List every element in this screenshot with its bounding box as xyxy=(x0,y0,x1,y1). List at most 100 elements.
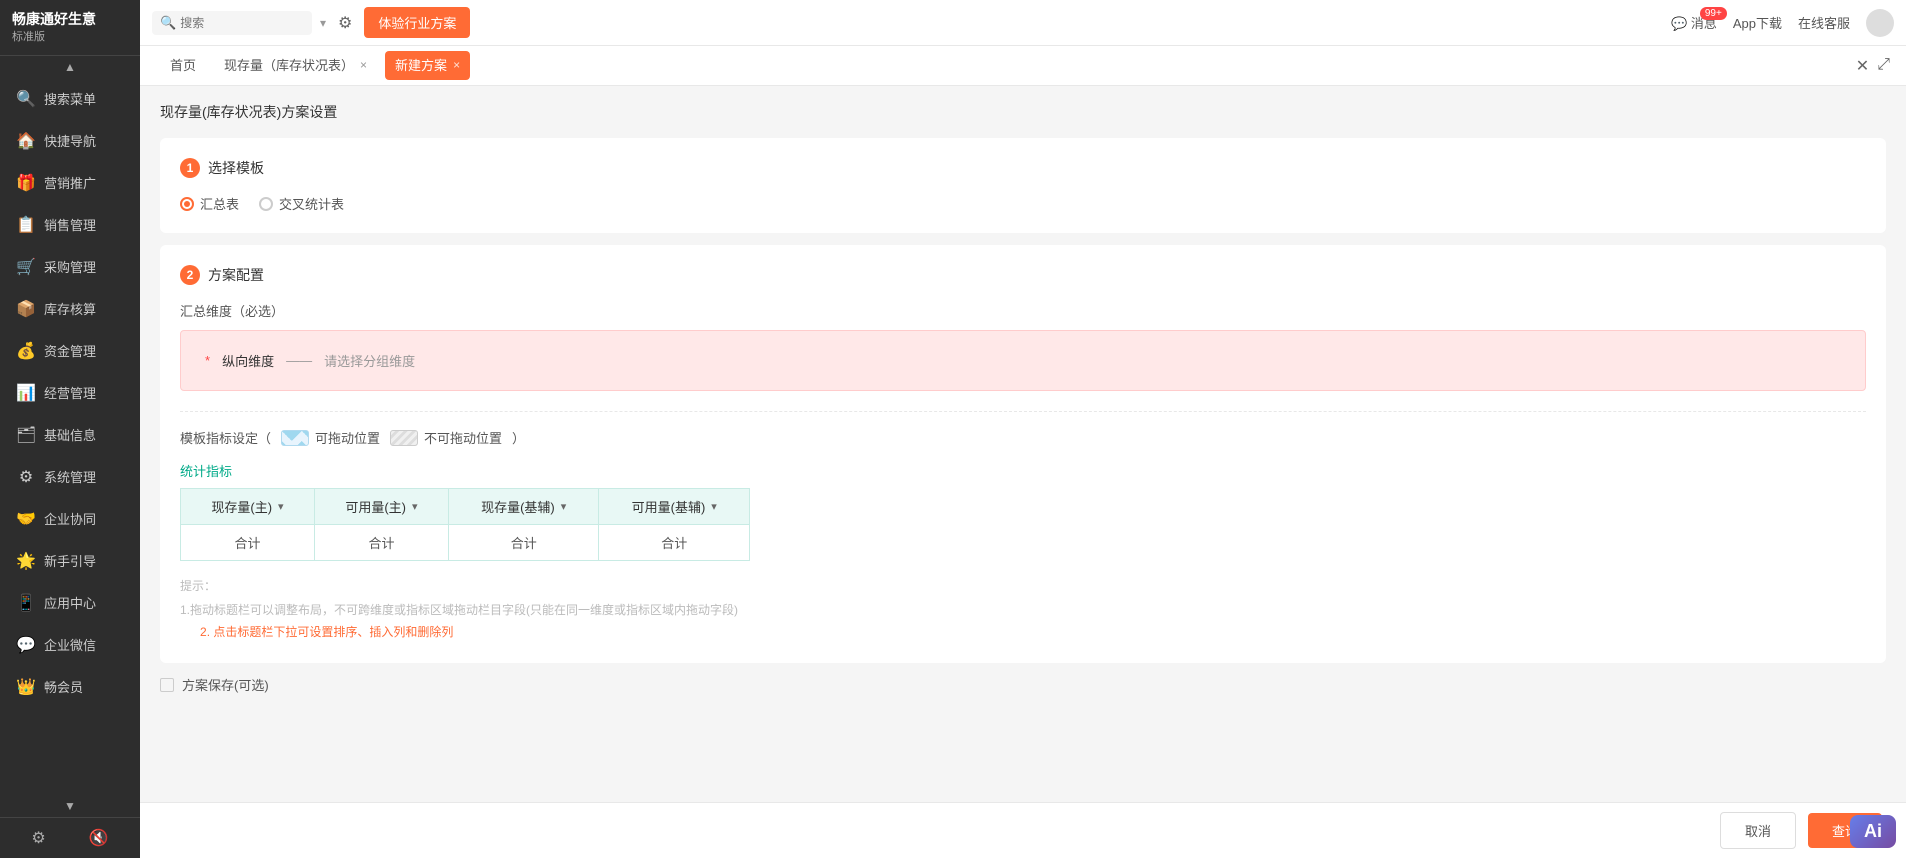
col-chevron-2: ▾ xyxy=(561,500,567,513)
industry-btn[interactable]: 体验行业方案 xyxy=(364,7,470,38)
sidebar-item-sales[interactable]: 📋销售管理 xyxy=(0,204,140,246)
tips-section: 提示： 1.拖动标题栏可以调整布局，不可跨维度或指标区域拖动栏目字段(只能在同一… xyxy=(180,577,1866,643)
sidebar-item-finance[interactable]: 💰资金管理 xyxy=(0,330,140,372)
col-dropdown-3[interactable]: 可用量(基辅) ▾ xyxy=(615,497,733,516)
col-chevron-1: ▾ xyxy=(412,500,418,513)
sidebar-icon-new-guide: 🌟 xyxy=(16,551,36,571)
col-dropdown-2[interactable]: 现存量(基辅) ▾ xyxy=(465,497,583,516)
sidebar-item-quick-nav[interactable]: 🏠 快捷导航 xyxy=(0,120,140,162)
tab-new-scheme[interactable]: 新建方案 × xyxy=(385,51,470,80)
tabs-right-controls: ✕ ⤢ xyxy=(1856,56,1890,76)
tab-expand-icon[interactable]: ⤢ xyxy=(1877,56,1890,76)
sidebar-item-search-menu[interactable]: 🔍搜索菜单 xyxy=(0,78,140,120)
drag-indicator: 可拖动位置 xyxy=(281,428,380,447)
logo-title: 畅康通好生意 xyxy=(12,10,128,30)
col-header-3[interactable]: 可用量(基辅) ▾ xyxy=(599,489,750,525)
cell-0-1: 合计 xyxy=(314,525,448,561)
radio-summary[interactable]: 汇总表 xyxy=(180,194,239,213)
tab-close-inventory[interactable]: × xyxy=(360,58,367,72)
save-option: 方案保存(可选) xyxy=(160,675,1886,694)
dimension-box[interactable]: * 纵向维度 —— 请选择分组维度 xyxy=(180,330,1866,391)
sidebar-label-enterprise-wechat: 企业微信 xyxy=(44,635,96,654)
sidebar-item-new-guide[interactable]: 🌟新手引导 xyxy=(0,540,140,582)
sidebar-logo: 畅康通好生意 标准版 xyxy=(0,0,140,56)
dimension-placeholder: 请选择分组维度 xyxy=(324,351,415,370)
search-icon: 🔍 xyxy=(160,15,176,31)
main-area: 🔍 ▾ ⚙ 体验行业方案 💬 消息 99+ App下载 在线客服 首页 现存量（… xyxy=(140,0,1906,858)
ai-badge[interactable]: Ai xyxy=(1850,815,1896,848)
sidebar-label-app-center: 应用中心 xyxy=(44,593,96,612)
dimension-dash: —— xyxy=(286,353,312,368)
settings-icon[interactable]: ⚙ xyxy=(31,828,45,848)
sidebar-icon-quick-nav: 🏠 xyxy=(16,131,36,151)
drag-label: 可拖动位置 xyxy=(315,428,380,447)
sidebar-item-marketing[interactable]: 🎁营销推广 xyxy=(0,162,140,204)
template-radio-group: 汇总表 交叉统计表 xyxy=(180,194,1866,213)
cell-0-3: 合计 xyxy=(599,525,750,561)
app-download-link[interactable]: App下载 xyxy=(1733,13,1782,32)
sound-icon[interactable]: 🔇 xyxy=(89,828,109,848)
col-chevron-0: ▾ xyxy=(278,500,284,513)
stats-section: 统计指标 现存量(主) ▾ xyxy=(180,461,1866,561)
content-area: 现存量(库存状况表)方案设置 1 选择模板 汇总表 交叉统计表 2 xyxy=(140,86,1906,802)
online-service-link[interactable]: 在线客服 xyxy=(1798,13,1850,32)
search-input[interactable] xyxy=(180,16,300,30)
col-header-0[interactable]: 现存量(主) ▾ xyxy=(181,489,315,525)
tab-inventory-status[interactable]: 现存量（库存状况表） × xyxy=(210,47,381,84)
topbar-right: 💬 消息 99+ App下载 在线客服 xyxy=(1671,9,1894,37)
stats-section-label: 统计指标 xyxy=(180,461,1866,480)
col-dropdown-1[interactable]: 可用量(主) ▾ xyxy=(331,497,432,516)
tab-close-icon[interactable]: ✕ xyxy=(1856,56,1869,76)
sidebar-item-member[interactable]: 👑畅会员 xyxy=(0,666,140,708)
sidebar-label-purchase: 采购管理 xyxy=(44,257,96,276)
search-chevron-icon[interactable]: ▾ xyxy=(320,16,326,30)
sidebar-item-basics[interactable]: 🗂基础信息 xyxy=(0,414,140,456)
sidebar-scroll-up[interactable]: ▲ xyxy=(0,56,140,78)
sidebar-label-search-menu: 搜索菜单 xyxy=(44,89,96,108)
template-setting-header: 模板指标设定（ 可拖动位置 不可拖动位置 ） xyxy=(180,428,1866,447)
col-header-1[interactable]: 可用量(主) ▾ xyxy=(314,489,448,525)
template-setting-label: 模板指标设定（ xyxy=(180,428,271,447)
sidebar-item-purchase[interactable]: 🛒采购管理 xyxy=(0,246,140,288)
sidebar-footer: ⚙ 🔇 xyxy=(0,817,140,858)
col-chevron-3: ▾ xyxy=(711,500,717,513)
search-box[interactable]: 🔍 xyxy=(152,11,312,35)
template-setting-section: 模板指标设定（ 可拖动位置 不可拖动位置 ） 统计指标 xyxy=(180,411,1866,643)
step2-card: 2 方案配置 汇总维度（必选） * 纵向维度 —— 请选择分组维度 模板指标设定… xyxy=(160,245,1886,663)
sidebar-item-enterprise-wechat[interactable]: 💬企业微信 xyxy=(0,624,140,666)
step2-number: 2 xyxy=(180,265,200,285)
save-checkbox[interactable] xyxy=(160,678,174,692)
col-dropdown-0[interactable]: 现存量(主) ▾ xyxy=(197,497,298,516)
sidebar-label-enterprise: 企业协同 xyxy=(44,509,96,528)
message-notif[interactable]: 💬 消息 99+ xyxy=(1671,13,1717,32)
sidebar-item-system[interactable]: ⚙系统管理 xyxy=(0,456,140,498)
logo-subtitle: 标准版 xyxy=(12,30,128,45)
step2-header: 2 方案配置 xyxy=(180,265,1866,285)
sidebar-icon-inventory: 📦 xyxy=(16,299,36,319)
sidebar-item-inventory[interactable]: 📦库存核算 xyxy=(0,288,140,330)
cancel-button[interactable]: 取消 xyxy=(1720,812,1796,849)
sidebar-item-operations[interactable]: 📊经营管理 xyxy=(0,372,140,414)
sidebar-scroll-down[interactable]: ▼ xyxy=(0,795,140,817)
sidebar-icon-sales: 📋 xyxy=(16,215,36,235)
sidebar-icon-system: ⚙ xyxy=(16,467,36,487)
topbar: 🔍 ▾ ⚙ 体验行业方案 💬 消息 99+ App下载 在线客服 xyxy=(140,0,1906,46)
tab-home[interactable]: 首页 xyxy=(156,47,210,84)
stats-row: 合计 合计 合计 合计 xyxy=(181,525,750,561)
user-avatar[interactable] xyxy=(1866,9,1894,37)
no-drag-indicator: 不可拖动位置 xyxy=(390,428,502,447)
page-title: 现存量(库存状况表)方案设置 xyxy=(160,102,1886,122)
tips-item-1: 2. 点击标题栏下拉可设置排序、插入列和删除列 xyxy=(180,622,1866,644)
sidebar-item-app-center[interactable]: 📱应用中心 xyxy=(0,582,140,624)
radio-cross[interactable]: 交叉统计表 xyxy=(259,194,344,213)
topbar-gear-icon[interactable]: ⚙ xyxy=(338,13,352,33)
tab-close-new-scheme[interactable]: × xyxy=(453,58,460,72)
sidebar-label-quick-nav: 快捷导航 xyxy=(44,131,96,150)
sidebar-icon-finance: 💰 xyxy=(16,341,36,361)
col-header-2[interactable]: 现存量(基辅) ▾ xyxy=(448,489,599,525)
dimension-name: 纵向维度 xyxy=(222,351,274,370)
template-setting-end: ） xyxy=(512,428,525,447)
sidebar-item-enterprise[interactable]: 🤝企业协同 xyxy=(0,498,140,540)
no-drag-box-icon xyxy=(390,430,418,446)
message-icon: 💬 xyxy=(1671,16,1687,31)
